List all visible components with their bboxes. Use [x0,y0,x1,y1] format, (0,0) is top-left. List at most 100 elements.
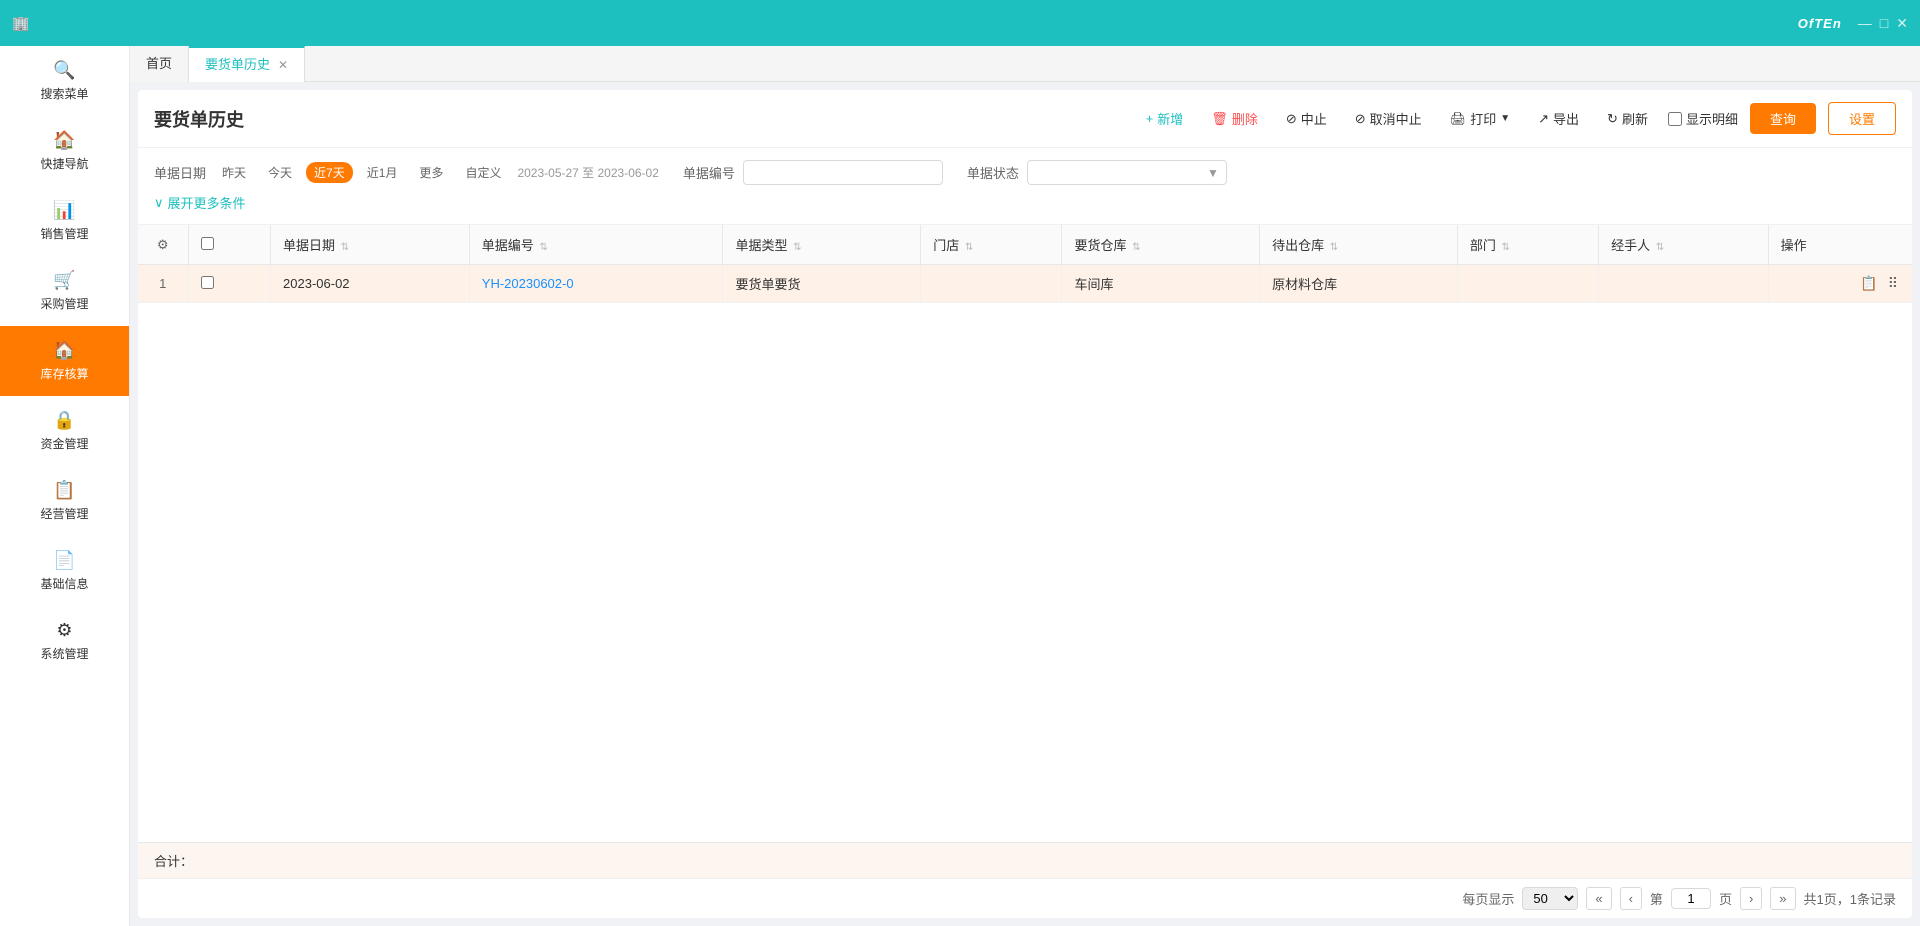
cancel-stop-icon: ⊘ [1355,111,1366,127]
date-today[interactable]: 今天 [260,162,300,183]
delete-icon: 🗑 [1211,111,1228,127]
tab-close-button[interactable]: ✕ [278,47,288,83]
quick-nav-icon: 🏠 [53,130,75,151]
date-last7days[interactable]: 近7天 [306,162,353,183]
total-label: 合计： [154,854,193,869]
row-more-button[interactable]: ⠿ [1886,273,1900,294]
main-area: 🔍 搜索菜单 🏠 快捷导航 📊 销售管理 🛒 采购管理 🏠 库存核算 🔒 [0,46,1920,926]
th-req-warehouse[interactable]: 要货仓库 ⇅ [1062,225,1260,265]
th-dept[interactable]: 部门 ⇅ [1457,225,1598,265]
sidebar-item-quick-nav[interactable]: 🏠 快捷导航 [0,116,129,186]
th-no-sort-icon: ⇅ [539,242,547,253]
th-store-label: 门店 [933,238,959,253]
status-label: 单据状态 [967,163,1019,182]
sidebar-item-inventory[interactable]: 🏠 库存核算 [0,326,129,396]
display-cell-text: 显示明细 [1686,109,1738,128]
th-handler[interactable]: 经手人 ⇅ [1599,225,1768,265]
sidebar-item-label: 采购管理 [40,295,88,312]
first-page-button[interactable]: « [1586,887,1611,910]
purchase-icon: 🛒 [53,270,75,291]
export-button[interactable]: ↗ 导出 [1530,105,1587,132]
row-view-button[interactable]: 📋 [1858,273,1879,294]
th-store-sort-icon: ⇅ [965,242,973,253]
per-page-select[interactable]: 10 20 50 100 [1522,887,1578,910]
date-filter-options: 昨天 今天 近7天 近1月 更多 自定义 [214,162,509,183]
close-button[interactable]: ✕ [1896,15,1908,32]
column-settings-icon[interactable]: ⚙ [157,237,169,252]
sidebar-item-label: 基础信息 [40,575,88,592]
table-container: ⚙ 单据日期 ⇅ 单据编号 [138,225,1912,842]
page-input[interactable] [1671,888,1711,909]
date-filter-label: 单据日期 [154,163,206,182]
search-menu-icon: 🔍 [53,60,75,81]
th-pending-warehouse[interactable]: 待出仓库 ⇅ [1260,225,1458,265]
sidebar-item-label: 系统管理 [40,645,88,662]
th-store[interactable]: 门店 ⇅ [921,225,1062,265]
sidebar-item-basic-info[interactable]: 📄 基础信息 [0,536,129,606]
sidebar-item-finance[interactable]: 🔒 资金管理 [0,396,129,466]
pagination: 每页显示 10 20 50 100 « ‹ 第 页 › » 共1页，1条记录 [138,878,1912,918]
sidebar-item-label: 销售管理 [40,225,88,242]
sidebar-item-purchase[interactable]: 🛒 采购管理 [0,256,129,326]
th-type-label: 单据类型 [735,238,787,253]
refresh-button[interactable]: ↻ 刷新 [1599,105,1656,132]
stop-button[interactable]: ⊘ 中止 [1278,105,1335,132]
pagination-info: 共1页，1条记录 [1804,889,1896,908]
th-handler-label: 经手人 [1611,238,1650,253]
date-custom[interactable]: 自定义 [457,162,509,183]
display-cell-label[interactable]: 显示明细 [1668,109,1738,128]
status-filter: 单据状态 ▼ [967,160,1227,185]
maximize-button[interactable]: □ [1880,15,1888,32]
new-button[interactable]: + 新增 [1138,105,1192,132]
per-page-label: 每页显示 [1462,889,1514,908]
row-checkbox[interactable] [201,276,214,289]
tab-home[interactable]: 首页 [130,46,189,82]
th-req-warehouse-sort-icon: ⇅ [1132,242,1140,253]
th-settings[interactable]: ⚙ [138,225,188,265]
th-actions: 操作 [1768,225,1912,265]
status-select[interactable] [1027,160,1227,185]
content-area: 首页 要货单历史 ✕ 要货单历史 + 新增 [130,46,1920,926]
date-more[interactable]: 更多 [411,162,451,183]
last-page-button[interactable]: » [1770,887,1795,910]
th-no[interactable]: 单据编号 ⇅ [469,225,723,265]
table-footer: 合计： [138,842,1912,878]
order-no-input[interactable] [743,160,943,185]
order-no-link[interactable]: YH-20230602-0 [482,276,574,291]
system-icon: ⚙ [56,620,72,641]
sidebar: 🔍 搜索菜单 🏠 快捷导航 📊 销售管理 🛒 采购管理 🏠 库存核算 🔒 [0,46,130,926]
expand-more-button[interactable]: ∨ 展开更多条件 [154,193,1896,212]
minimize-button[interactable]: — [1858,15,1872,32]
export-label: 导出 [1553,109,1579,128]
th-type-sort-icon: ⇅ [793,242,801,253]
next-page-button[interactable]: › [1740,887,1762,910]
sidebar-item-operations[interactable]: 📋 经营管理 [0,466,129,536]
date-yesterday[interactable]: 昨天 [214,162,254,183]
settings-button[interactable]: 设置 [1828,102,1896,135]
select-all-checkbox[interactable] [201,237,214,250]
header-actions: + 新增 🗑 删除 ⊘ 中止 ⊘ 取消中止 [1138,102,1896,135]
cancel-stop-button[interactable]: ⊘ 取消中止 [1347,105,1430,132]
th-type[interactable]: 单据类型 ⇅ [723,225,921,265]
tab-requisition-history[interactable]: 要货单历史 ✕ [189,46,305,82]
app-title: OfTEn [1798,16,1842,31]
th-actions-label: 操作 [1781,238,1807,253]
tab-bar: 首页 要货单历史 ✕ [130,46,1920,82]
sidebar-item-search-menu[interactable]: 🔍 搜索菜单 [0,46,129,116]
sidebar-item-sales[interactable]: 📊 销售管理 [0,186,129,256]
delete-button[interactable]: 🗑 删除 [1203,105,1266,132]
print-button[interactable]: 🖨 打印 ▼ [1442,105,1518,132]
refresh-label: 刷新 [1622,109,1648,128]
table-row[interactable]: 1 2023-06-02 YH-20230602-0 要货单要货 [138,265,1912,303]
sidebar-item-system[interactable]: ⚙ 系统管理 [0,606,129,676]
display-cell-checkbox[interactable] [1668,112,1682,126]
table-header: ⚙ 单据日期 ⇅ 单据编号 [138,225,1912,265]
date-last-month[interactable]: 近1月 [359,162,406,183]
date-range-text: 2023-05-27 至 2023-06-02 [517,164,658,181]
th-date[interactable]: 单据日期 ⇅ [271,225,470,265]
data-table: ⚙ 单据日期 ⇅ 单据编号 [138,225,1912,303]
prev-page-button[interactable]: ‹ [1620,887,1642,910]
app-container: 🏢 OfTEn — □ ✕ 🔍 搜索菜单 🏠 快捷导航 📊 销售管理 [0,0,1920,926]
query-button[interactable]: 查询 [1750,103,1816,134]
tab-home-label: 首页 [146,46,172,82]
